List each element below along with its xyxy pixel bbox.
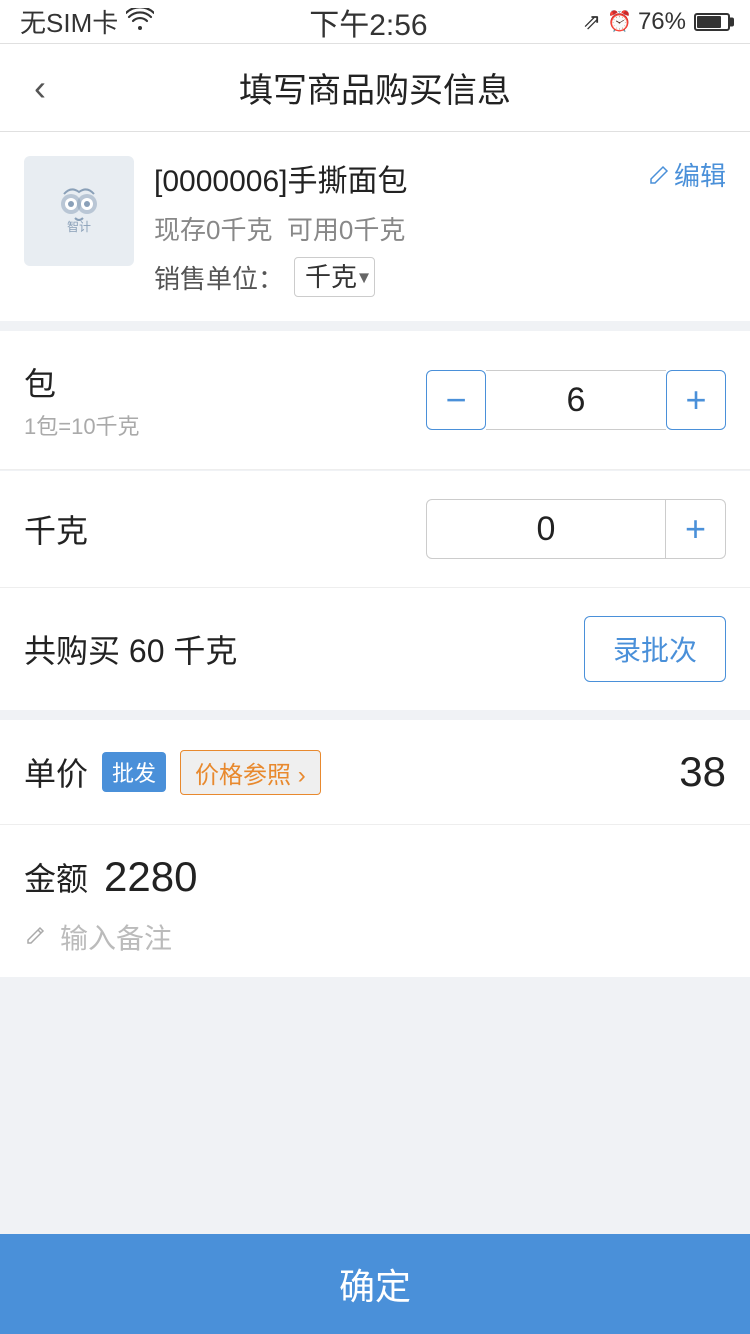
amount-section: 金额 2280 输入备注 bbox=[0, 825, 750, 977]
spacer bbox=[0, 977, 750, 1177]
summary-section: 共购买 60 千克 录批次 bbox=[0, 588, 750, 720]
amount-value: 2280 bbox=[104, 853, 197, 901]
carrier-label: 无SIM卡 bbox=[20, 3, 118, 40]
kg-qty-input[interactable] bbox=[426, 499, 666, 559]
note-placeholder: 输入备注 bbox=[60, 917, 172, 957]
pencil-icon bbox=[24, 921, 50, 954]
unit-select[interactable]: 千克 bbox=[294, 257, 375, 297]
battery-icon bbox=[694, 13, 730, 31]
product-thumbnail-icon: 智计 bbox=[49, 176, 109, 246]
amount-row: 金额 2280 bbox=[24, 853, 726, 901]
product-name: [0000006]手撕面包 bbox=[154, 156, 628, 200]
price-value: 38 bbox=[679, 748, 726, 796]
price-left: 单价 批发 价格参照 › bbox=[24, 749, 321, 795]
package-qty-control: − + bbox=[426, 370, 726, 430]
confirm-bar[interactable]: 确定 bbox=[0, 1234, 750, 1334]
kg-input-section: 千克 + bbox=[0, 471, 750, 588]
amount-label: 金额 bbox=[24, 854, 88, 900]
status-bar: 无SIM卡 下午2:56 ⇗ ⏰ 76% bbox=[0, 0, 750, 44]
package-input-section: 包 1包=10千克 − + bbox=[0, 331, 750, 470]
product-section: 智计 [0000006]手撕面包 现存0千克 可用0千克 销售单位： 千克 bbox=[0, 132, 750, 331]
price-ref-button[interactable]: 价格参照 › bbox=[180, 750, 321, 795]
content: 智计 [0000006]手撕面包 现存0千克 可用0千克 销售单位： 千克 bbox=[0, 132, 750, 1177]
product-stock: 现存0千克 可用0千克 bbox=[154, 210, 628, 247]
package-sub-label: 1包=10千克 bbox=[24, 409, 140, 441]
kg-plus-button[interactable]: + bbox=[666, 499, 726, 559]
back-button[interactable]: ‹ bbox=[24, 57, 56, 119]
wifi-icon bbox=[126, 6, 154, 37]
page-title: 填写商品购买信息 bbox=[239, 63, 511, 112]
alarm-icon: ⏰ bbox=[607, 9, 632, 34]
batch-button[interactable]: 录批次 bbox=[584, 616, 726, 682]
price-section: 单价 批发 价格参照 › 38 bbox=[0, 720, 750, 825]
package-row: 包 1包=10千克 − + bbox=[24, 331, 726, 469]
unit-select-wrap[interactable]: 千克 bbox=[294, 257, 375, 297]
note-row[interactable]: 输入备注 bbox=[24, 917, 726, 957]
package-label: 包 1包=10千克 bbox=[24, 359, 140, 441]
battery-percent: 76% bbox=[638, 8, 686, 36]
package-plus-button[interactable]: + bbox=[666, 370, 726, 430]
location-icon: ⇗ bbox=[583, 9, 601, 35]
package-qty-input[interactable] bbox=[486, 370, 666, 430]
time-label: 下午2:56 bbox=[309, 0, 427, 44]
product-image: 智计 bbox=[24, 156, 134, 266]
price-tag: 批发 bbox=[102, 752, 166, 792]
svg-text:智计: 智计 bbox=[67, 219, 91, 234]
price-label: 单价 bbox=[24, 749, 88, 795]
package-minus-button[interactable]: − bbox=[426, 370, 486, 430]
kg-qty-control: + bbox=[426, 499, 726, 559]
nav-bar: ‹ 填写商品购买信息 bbox=[0, 44, 750, 132]
product-info: [0000006]手撕面包 现存0千克 可用0千克 销售单位： 千克 bbox=[154, 156, 628, 297]
confirm-button-label: 确定 bbox=[339, 1258, 411, 1310]
kg-label: 千克 bbox=[24, 506, 88, 552]
kg-row: 千克 + bbox=[24, 471, 726, 587]
summary-text: 共购买 60 千克 bbox=[24, 626, 237, 672]
edit-button[interactable]: 编辑 bbox=[648, 156, 726, 193]
product-unit: 销售单位： 千克 bbox=[154, 257, 628, 297]
